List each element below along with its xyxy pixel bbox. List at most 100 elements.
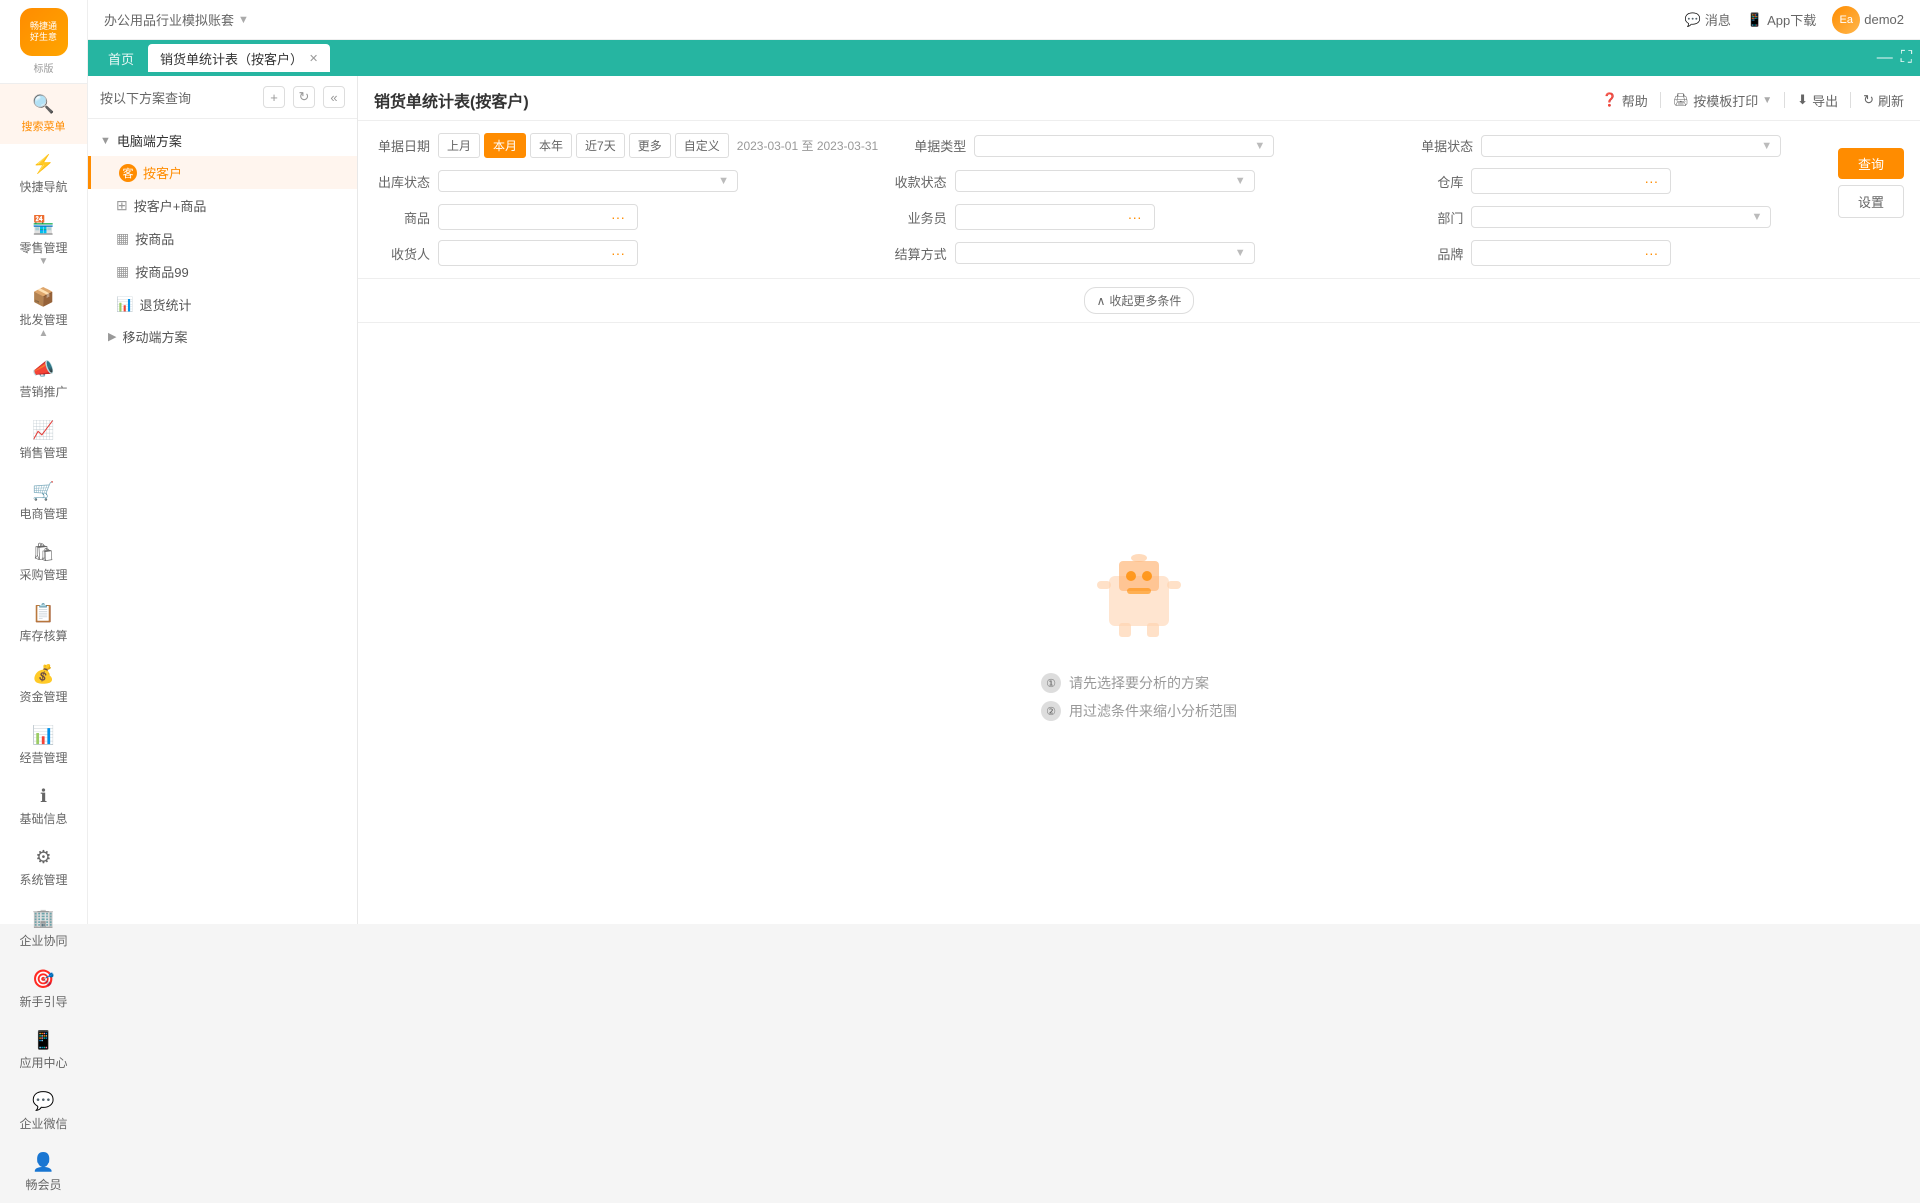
settlement-select[interactable]: ▼ [955, 242, 1255, 264]
chevron-down-icon2: ▼ [1761, 140, 1772, 152]
tab-minimize-icon[interactable]: — [1877, 49, 1893, 67]
scheme-item-by-customer-goods[interactable]: ⊞ 按客户+商品 [88, 189, 357, 222]
sidebar-item-newuser[interactable]: 🎯 新手引导 [0, 959, 87, 1020]
logo-text: 标版 [34, 60, 54, 75]
refresh-label: 刷新 [1878, 91, 1904, 110]
sidebar-item-apps[interactable]: 📱 应用中心 [0, 1020, 87, 1081]
enterprise-icon: 🏢 [32, 908, 54, 929]
customer-icon: 客 [119, 164, 137, 182]
consignee-dots[interactable]: ··· [607, 245, 629, 261]
date-btn-custom[interactable]: 自定义 [675, 133, 729, 158]
sidebar-item-weixin[interactable]: 💬 企业微信 [0, 1081, 87, 1142]
date-btn-more[interactable]: 更多 [629, 133, 671, 158]
out-status-cell: 出库状态 ▼ [374, 170, 871, 192]
sidebar-item-system[interactable]: ⚙ 系统管理 [0, 837, 87, 898]
scheme-item-by-customer[interactable]: 客 按客户 [88, 156, 357, 189]
sidebar-item-search[interactable]: 🔍 搜索菜单 [0, 84, 87, 144]
empty-state: ① 请先选择要分析的方案 ② 用过滤条件来缩小分析范围 [358, 323, 1920, 924]
sidebar-item-sales[interactable]: 📈 销售管理 [0, 410, 87, 471]
brand-dots[interactable]: ··· [1640, 245, 1662, 261]
sidebar-item-retail[interactable]: 🏪 零售管理 ▼ [0, 205, 87, 277]
tab-home[interactable]: 首页 [96, 44, 146, 72]
salesperson-dots[interactable]: ··· [1124, 209, 1146, 225]
empty-icon [1079, 526, 1199, 646]
export-button[interactable]: ⬇ 导出 [1797, 91, 1838, 110]
tab-maximize-icon[interactable]: ⛶ [1901, 49, 1912, 67]
weixin-icon: 💬 [32, 1091, 54, 1112]
scheme-item-by-goods99[interactable]: ▦ 按商品99 [88, 255, 357, 288]
sidebar-item-purchase[interactable]: 🛍 采购管理 [0, 532, 87, 593]
doc-status-select[interactable]: ▼ [1481, 135, 1781, 157]
help-icon: ❓ [1602, 92, 1618, 108]
out-status-select[interactable]: ▼ [438, 170, 738, 192]
sidebar-item-member[interactable]: 👤 畅会员 [0, 1142, 87, 1203]
sidebar-item-operations[interactable]: 📊 经营管理 [0, 715, 87, 776]
desktop-scheme-header[interactable]: ▼ 电脑端方案 [88, 125, 357, 156]
scheme-item-by-goods[interactable]: ▦ 按商品 [88, 222, 357, 255]
app-download-button[interactable]: 📱 App下载 [1747, 10, 1816, 29]
out-status-chevron: ▼ [718, 175, 729, 187]
add-scheme-button[interactable]: + [263, 86, 285, 108]
date-btn-last-month[interactable]: 上月 [438, 133, 480, 158]
collapse-button[interactable]: ∧ 收起更多条件 [1084, 287, 1195, 314]
help-button[interactable]: ❓ 帮助 [1602, 91, 1648, 110]
date-btn-this-year[interactable]: 本年 [530, 133, 572, 158]
salesperson-input[interactable]: ··· [955, 204, 1155, 230]
right-panel: 销货单统计表(按客户) ❓ 帮助 🖨 按模板打印 ▼ ⬇ [358, 76, 1920, 924]
goods-input[interactable]: ··· [438, 204, 638, 230]
sidebar-item-finance[interactable]: 💰 资金管理 [0, 654, 87, 715]
sidebar-item-ecommerce[interactable]: 🛒 电商管理 [0, 471, 87, 532]
tip-text-2: 用过滤条件来缩小分析范围 [1069, 701, 1237, 721]
breadcrumb-dropdown[interactable]: 办公用品行业模拟账套 ▼ [104, 10, 249, 29]
doc-type-select[interactable]: ▼ [974, 135, 1274, 157]
sidebar-item-enterprise[interactable]: 🏢 企业协同 [0, 898, 87, 959]
goods-dots[interactable]: ··· [607, 209, 629, 225]
tip-number-1: ① [1041, 673, 1061, 693]
sidebar: 畅捷通好生意 标版 🔍 搜索菜单 ⚡ 快捷导航 🏪 零售管理 ▼ 📦 批发管理 … [0, 0, 88, 924]
sidebar-item-label: 电商管理 [19, 505, 67, 522]
page-title: 销货单统计表(按客户) [374, 88, 529, 112]
sidebar-item-marketing[interactable]: 📣 营销推广 [0, 349, 87, 410]
content-area: 按以下方案查询 + ↻ « ▼ 电脑端方案 客 按客户 [88, 76, 1920, 924]
tab-sales-stat[interactable]: 销货单统计表（按客户） ✕ [148, 44, 330, 72]
receipt-status-chevron: ▼ [1235, 175, 1246, 187]
sidebar-item-inventory[interactable]: 📋 库存核算 [0, 593, 87, 654]
tab-close-icon[interactable]: ✕ [309, 52, 318, 65]
refresh-scheme-button[interactable]: ↻ [293, 86, 315, 108]
mobile-scheme-group: ▶ 移动端方案 [88, 321, 357, 352]
warehouse-input[interactable]: ··· [1471, 168, 1671, 194]
left-panel-title: 按以下方案查询 [100, 88, 191, 107]
scheme-item-return-stat[interactable]: 📊 退货统计 [88, 288, 357, 321]
empty-tips: ① 请先选择要分析的方案 ② 用过滤条件来缩小分析范围 [1041, 673, 1237, 721]
department-select[interactable]: ▼ [1471, 206, 1771, 228]
basics-icon: ℹ [40, 786, 47, 807]
inventory-icon: 📋 [32, 603, 54, 624]
settings-button[interactable]: 设置 [1838, 185, 1904, 218]
department-label: 部门 [1407, 208, 1463, 227]
topbar-left: 办公用品行业模拟账套 ▼ [104, 10, 249, 29]
consignee-input[interactable]: ··· [438, 240, 638, 266]
mobile-scheme-header[interactable]: ▶ 移动端方案 [88, 321, 357, 352]
settlement-label: 结算方式 [891, 244, 947, 263]
user-menu[interactable]: Ea demo2 [1832, 6, 1904, 34]
warehouse-dots[interactable]: ··· [1640, 173, 1662, 189]
sidebar-item-wholesale[interactable]: 📦 批发管理 ▲ [0, 277, 87, 349]
query-button[interactable]: 查询 [1838, 148, 1904, 179]
main-area: 办公用品行业模拟账套 ▼ 💬 消息 📱 App下载 Ea demo2 首页 销货… [88, 0, 1920, 924]
operations-icon: 📊 [32, 725, 54, 746]
date-btn-7days[interactable]: 近7天 [576, 133, 625, 158]
sidebar-item-basics[interactable]: ℹ 基础信息 [0, 776, 87, 837]
sidebar-item-quicknav[interactable]: ⚡ 快捷导航 [0, 144, 87, 205]
goods-cell: 商品 ··· [374, 204, 871, 230]
quicknav-icon: ⚡ [32, 154, 54, 175]
print-button[interactable]: 🖨 按模板打印 ▼ [1673, 91, 1772, 110]
receipt-status-select[interactable]: ▼ [955, 170, 1255, 192]
message-button[interactable]: 💬 消息 [1685, 10, 1731, 29]
collapse-panel-button[interactable]: « [323, 86, 345, 108]
sidebar-item-label: 新手引导 [19, 993, 67, 1010]
tip-number-2: ② [1041, 701, 1061, 721]
brand-input[interactable]: ··· [1471, 240, 1671, 266]
refresh-button[interactable]: ↻ 刷新 [1863, 91, 1904, 110]
return-icon: 📊 [116, 296, 133, 313]
date-btn-this-month[interactable]: 本月 [484, 133, 526, 158]
